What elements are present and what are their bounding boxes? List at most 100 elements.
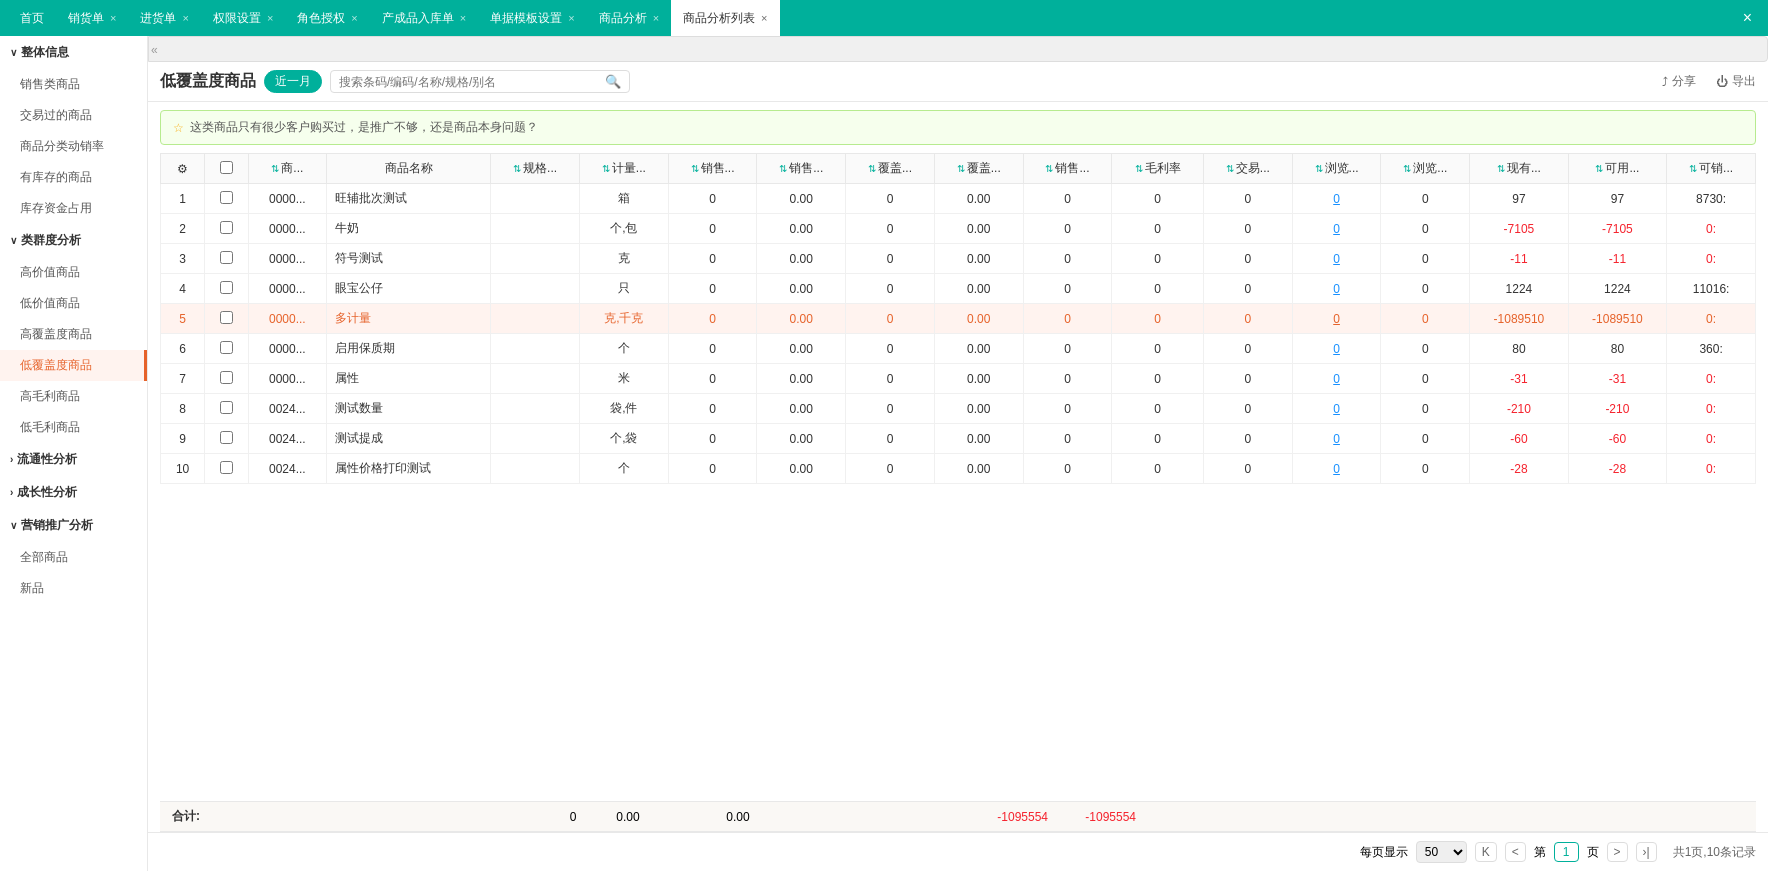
- col-sales-qty[interactable]: ⇅销售...: [668, 154, 757, 184]
- sidebar-section-marketing[interactable]: ∨ 营销推广分析: [0, 509, 147, 542]
- row-coverage-buy: 0: [846, 394, 935, 424]
- last-page-button[interactable]: ›|: [1636, 842, 1657, 862]
- row-browse-count[interactable]: 0: [1292, 304, 1381, 334]
- sidebar-item-low-margin[interactable]: 低毛利商品: [0, 412, 147, 443]
- row-trans-count: 0: [1203, 274, 1292, 304]
- sidebar-section-growth[interactable]: › 成长性分析: [0, 476, 147, 509]
- sidebar-item-in-stock-goods[interactable]: 有库存的商品: [0, 162, 147, 193]
- content-area: « 低覆盖度商品 近一月 🔍 ⤴ 分享 ⏻ 导出 ☆ 这类商品只有很少客户购买过…: [148, 36, 1768, 871]
- sidebar-item-new-goods[interactable]: 新品: [0, 573, 147, 604]
- row-checkbox[interactable]: [205, 304, 249, 334]
- search-input[interactable]: [339, 75, 605, 89]
- row-browse-count[interactable]: 0: [1292, 364, 1381, 394]
- col-settings[interactable]: ⚙: [161, 154, 205, 184]
- col-coverage-buy[interactable]: ⇅覆盖...: [846, 154, 935, 184]
- sidebar-item-low-value[interactable]: 低价值商品: [0, 288, 147, 319]
- sidebar-section-liquidity[interactable]: › 流通性分析: [0, 443, 147, 476]
- close-icon[interactable]: ×: [351, 12, 357, 24]
- window-close-button[interactable]: ×: [1735, 9, 1760, 27]
- col-saleable[interactable]: ⇅可销...: [1667, 154, 1756, 184]
- row-checkbox[interactable]: [205, 394, 249, 424]
- filter-recent-month[interactable]: 近一月: [264, 70, 322, 93]
- nav-purchase-order[interactable]: 进货单 ×: [128, 0, 200, 36]
- col-gross-rate[interactable]: ⇅毛利率: [1112, 154, 1204, 184]
- share-button[interactable]: ⤴ 分享: [1662, 73, 1696, 90]
- row-checkbox[interactable]: [205, 334, 249, 364]
- nav-home[interactable]: 首页: [8, 0, 56, 36]
- row-checkbox[interactable]: [205, 274, 249, 304]
- row-browse-count[interactable]: 0: [1292, 424, 1381, 454]
- sidebar-section-overview[interactable]: ∨ 整体信息: [0, 36, 147, 69]
- close-icon[interactable]: ×: [761, 12, 767, 24]
- nav-sales-order[interactable]: 销货单 ×: [56, 0, 128, 36]
- row-checkbox[interactable]: [205, 244, 249, 274]
- search-icon[interactable]: 🔍: [605, 74, 621, 89]
- row-trans-count: 0: [1203, 364, 1292, 394]
- sidebar-item-capital-usage[interactable]: 库存资金占用: [0, 193, 147, 224]
- sidebar-item-sales-goods[interactable]: 销售类商品: [0, 69, 147, 100]
- close-icon[interactable]: ×: [110, 12, 116, 24]
- close-icon[interactable]: ×: [653, 12, 659, 24]
- sidebar-item-all-goods[interactable]: 全部商品: [0, 542, 147, 573]
- settings-gear-icon[interactable]: ⚙: [177, 162, 188, 176]
- close-icon[interactable]: ×: [267, 12, 273, 24]
- nav-template-settings[interactable]: 单据模板设置 ×: [478, 0, 586, 36]
- sidebar-item-low-coverage[interactable]: 低覆盖度商品: [0, 350, 147, 381]
- row-browse-count[interactable]: 0: [1292, 274, 1381, 304]
- col-browse-rate[interactable]: ⇅浏览...: [1381, 154, 1470, 184]
- col-spec[interactable]: ⇅规格...: [491, 154, 580, 184]
- col-browse-count[interactable]: ⇅浏览...: [1292, 154, 1381, 184]
- col-avail-stock[interactable]: ⇅可用...: [1568, 154, 1666, 184]
- sidebar-item-category-turnover[interactable]: 商品分类动销率: [0, 131, 147, 162]
- row-browse-count[interactable]: 0: [1292, 214, 1381, 244]
- sidebar-item-high-coverage[interactable]: 高覆盖度商品: [0, 319, 147, 350]
- nav-permission-settings[interactable]: 权限设置 ×: [201, 0, 285, 36]
- row-browse-count[interactable]: 0: [1292, 244, 1381, 274]
- nav-product-analysis[interactable]: 商品分析 ×: [587, 0, 671, 36]
- next-page-button[interactable]: >: [1607, 842, 1628, 862]
- col-code[interactable]: ⇅商...: [248, 154, 326, 184]
- row-browse-count[interactable]: 0: [1292, 454, 1381, 484]
- nav-role-auth[interactable]: 角色授权 ×: [285, 0, 369, 36]
- close-icon[interactable]: ×: [182, 12, 188, 24]
- row-checkbox[interactable]: [205, 214, 249, 244]
- row-browse-count[interactable]: 0: [1292, 394, 1381, 424]
- sidebar-section-cluster-analysis[interactable]: ∨ 类群度分析: [0, 224, 147, 257]
- select-all-checkbox[interactable]: [220, 161, 233, 174]
- col-name[interactable]: 商品名称: [326, 154, 490, 184]
- sidebar-item-high-margin[interactable]: 高毛利商品: [0, 381, 147, 412]
- row-browse-count[interactable]: 0: [1292, 334, 1381, 364]
- total-current-stock: -1095554: [968, 810, 1048, 824]
- row-code: 0000...: [248, 274, 326, 304]
- row-checkbox[interactable]: [205, 364, 249, 394]
- close-icon[interactable]: ×: [460, 12, 466, 24]
- row-checkbox[interactable]: [205, 184, 249, 214]
- table-row: 2 0000... 牛奶 个,包 0 0.00 0 0.00 0 0 0 0 0…: [161, 214, 1756, 244]
- page-size-select[interactable]: 50 20 100: [1416, 841, 1467, 863]
- close-icon[interactable]: ×: [568, 12, 574, 24]
- row-sales-days: 0: [1023, 184, 1112, 214]
- nav-product-analysis-list[interactable]: 商品分析列表 ×: [671, 0, 779, 36]
- row-sales-amt: 0.00: [757, 304, 846, 334]
- col-sales-amt[interactable]: ⇅销售...: [757, 154, 846, 184]
- col-current-stock[interactable]: ⇅现有...: [1470, 154, 1568, 184]
- table-row: 7 0000... 属性 米 0 0.00 0 0.00 0 0 0 0 0 -…: [161, 364, 1756, 394]
- sidebar-item-traded-goods[interactable]: 交易过的商品: [0, 100, 147, 131]
- sidebar-item-high-value[interactable]: 高价值商品: [0, 257, 147, 288]
- col-trans-count[interactable]: ⇅交易...: [1203, 154, 1292, 184]
- sidebar-collapse-button[interactable]: «: [148, 36, 1768, 62]
- col-unit[interactable]: ⇅计量...: [579, 154, 668, 184]
- current-page[interactable]: 1: [1554, 842, 1579, 862]
- export-button[interactable]: ⏻ 导出: [1716, 73, 1756, 90]
- first-page-button[interactable]: K: [1475, 842, 1497, 862]
- chevron-down-icon: ∨: [10, 47, 17, 58]
- row-trans-count: 0: [1203, 424, 1292, 454]
- row-checkbox[interactable]: [205, 424, 249, 454]
- prev-page-button[interactable]: <: [1505, 842, 1526, 862]
- row-browse-count[interactable]: 0: [1292, 184, 1381, 214]
- col-coverage-rate[interactable]: ⇅覆盖...: [934, 154, 1023, 184]
- col-sales-days[interactable]: ⇅销售...: [1023, 154, 1112, 184]
- row-current-stock: -28: [1470, 454, 1568, 484]
- nav-product-inbound[interactable]: 产成品入库单 ×: [370, 0, 478, 36]
- row-checkbox[interactable]: [205, 454, 249, 484]
